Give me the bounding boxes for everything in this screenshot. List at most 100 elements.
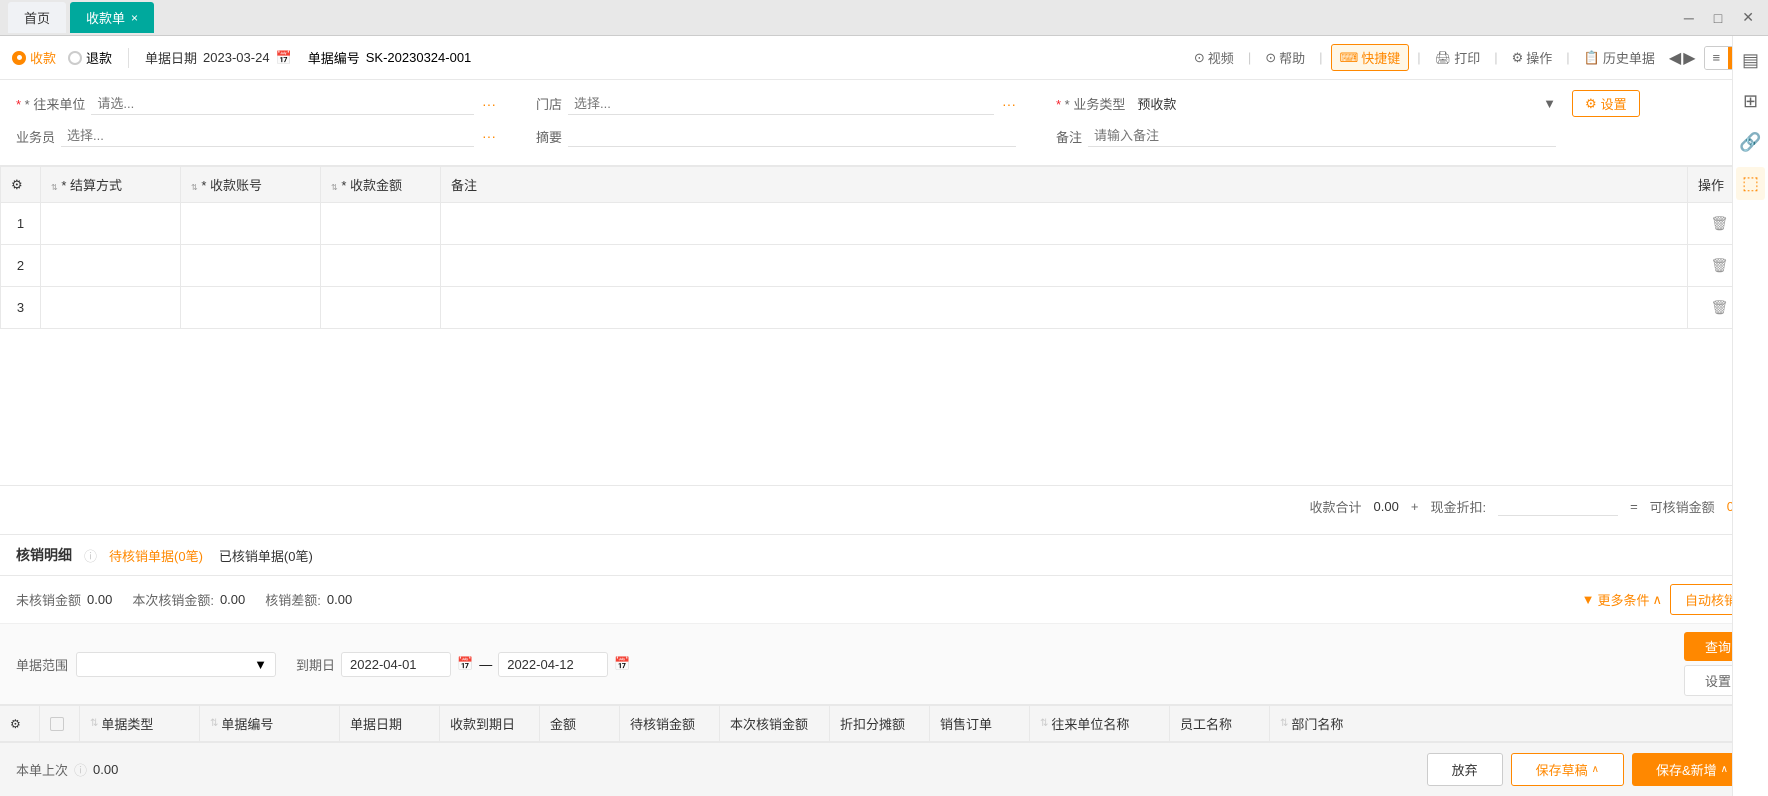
- store-label: 门店: [536, 94, 562, 113]
- type-sort-icon[interactable]: ⇅: [90, 718, 98, 729]
- footer: 本单上次 ⓘ 0.00 放弃 保存草稿 ∧ 保存&新增 ∧: [0, 742, 1768, 796]
- video-label: 视频: [1208, 48, 1234, 67]
- range-select[interactable]: ▼: [76, 652, 276, 677]
- row-1-note[interactable]: [441, 203, 1688, 245]
- settle-sort-icon[interactable]: ⇅: [51, 183, 58, 192]
- tab-done[interactable]: 已核销单据(0笔): [219, 546, 313, 565]
- bth-settings[interactable]: ⚙: [0, 706, 40, 741]
- bth-number-label: 单据编号: [221, 714, 273, 733]
- summary-input[interactable]: [568, 125, 1016, 147]
- counterpart-more-icon[interactable]: ···: [482, 96, 496, 112]
- counterpart-sort-icon[interactable]: ⇅: [1040, 718, 1048, 729]
- reconcile-info-icon[interactable]: ⓘ: [84, 546, 97, 565]
- range-filter-field: 单据范围 ▼: [16, 652, 276, 677]
- footer-info-icon[interactable]: ⓘ: [74, 760, 87, 779]
- business-type-label: * 业务类型: [1056, 94, 1125, 113]
- discard-button[interactable]: 放弃: [1427, 753, 1503, 786]
- remark-label: 备注: [1056, 127, 1082, 146]
- col-settings-header[interactable]: ⚙: [1, 167, 41, 203]
- row-2-account[interactable]: [181, 245, 321, 287]
- operation-button[interactable]: ⚙ 操作: [1506, 45, 1559, 70]
- store-input[interactable]: [568, 93, 994, 115]
- bth-pending-label: 待核销金额: [630, 714, 695, 733]
- remark-field: 备注: [1056, 125, 1556, 147]
- sidebar-grid-icon[interactable]: ⊞: [1737, 85, 1764, 118]
- sidebar-link-icon[interactable]: 🔗: [1733, 126, 1767, 159]
- history-button[interactable]: 📋 历史单据: [1578, 45, 1661, 70]
- tab-close-icon[interactable]: ×: [131, 11, 138, 25]
- table-row: 2 🗑 ⧉: [1, 245, 1768, 287]
- row-3-account[interactable]: [181, 287, 321, 329]
- prev-arrow[interactable]: ◀: [1669, 48, 1681, 68]
- row-3-delete-icon[interactable]: 🗑: [1711, 299, 1729, 316]
- shortcut-label: 快捷键: [1361, 48, 1400, 67]
- select-all-checkbox[interactable]: [50, 717, 64, 731]
- salesperson-input[interactable]: [61, 125, 474, 147]
- bth-type: ⇅ 单据类型: [80, 706, 200, 741]
- row-1-account[interactable]: [181, 203, 321, 245]
- sidebar-table-icon[interactable]: ▤: [1736, 44, 1765, 77]
- save-draft-button[interactable]: 保存草稿 ∧: [1511, 753, 1624, 786]
- footer-info: 本单上次 ⓘ 0.00: [16, 760, 118, 779]
- print-button[interactable]: 🖨 打印: [1429, 45, 1487, 70]
- tab-pending[interactable]: 待核销单据(0笔): [109, 546, 203, 565]
- dept-sort-icon[interactable]: ⇅: [1280, 718, 1288, 729]
- next-arrow[interactable]: ▶: [1683, 48, 1695, 68]
- video-button[interactable]: ⊙ 视频: [1188, 45, 1240, 70]
- print-icon: 🖨: [1435, 50, 1452, 66]
- row-2-note[interactable]: [441, 245, 1688, 287]
- row-2-settle[interactable]: [41, 245, 181, 287]
- row-2-delete-icon[interactable]: 🗑: [1711, 257, 1729, 274]
- row-1-settle[interactable]: [41, 203, 181, 245]
- remark-input[interactable]: [1088, 125, 1556, 147]
- close-button[interactable]: ✕: [1736, 7, 1760, 28]
- row-1-amount[interactable]: [321, 203, 441, 245]
- row-2-amount[interactable]: [321, 245, 441, 287]
- settle-col-label: * 结算方式: [61, 178, 122, 193]
- minimize-button[interactable]: ─: [1678, 7, 1700, 28]
- save-new-label: 保存&新增: [1656, 760, 1717, 779]
- receipt-table-wrapper: ⚙ ⇅ * 结算方式 ⇅ * 收款账号 ⇅ * 收款金额: [0, 166, 1768, 485]
- sidebar-expand-icon[interactable]: ⬚: [1736, 167, 1765, 200]
- date-to-input[interactable]: [498, 652, 608, 677]
- radio-receipt[interactable]: 收款: [12, 48, 56, 67]
- chevron-up-icon: ∧: [1652, 592, 1662, 608]
- operation-label: 操作: [1526, 48, 1552, 67]
- amount-sort-icon[interactable]: ⇅: [331, 183, 338, 192]
- salesperson-more-icon[interactable]: ···: [482, 128, 496, 144]
- bth-date-label: 单据日期: [350, 714, 402, 733]
- row-3-amount[interactable]: [321, 287, 441, 329]
- settings-button[interactable]: ⚙ 设置: [1572, 90, 1640, 117]
- bth-due: 收款到期日: [440, 706, 540, 741]
- calendar-to-icon[interactable]: 📅: [614, 656, 630, 672]
- business-type-value: 预收款: [1131, 91, 1537, 116]
- help-button[interactable]: ⊙ 帮助: [1259, 45, 1311, 70]
- discount-input[interactable]: [1498, 496, 1618, 516]
- date-from-input[interactable]: [341, 652, 451, 677]
- footer-actions: 放弃 保存草稿 ∧ 保存&新增 ∧: [1427, 753, 1752, 786]
- row-1-delete-icon[interactable]: 🗑: [1711, 215, 1729, 232]
- radio-refund[interactable]: 退款: [68, 48, 112, 67]
- counterpart-input[interactable]: [91, 93, 474, 115]
- number-sort-icon[interactable]: ⇅: [210, 718, 218, 729]
- calendar-from-icon[interactable]: 📅: [457, 656, 473, 672]
- business-type-dropdown-icon[interactable]: ▼: [1543, 96, 1556, 111]
- row-3-settle[interactable]: [41, 287, 181, 329]
- tab-receipt[interactable]: 收款单 ×: [70, 2, 154, 33]
- store-more-icon[interactable]: ···: [1002, 96, 1016, 112]
- settings-col-icon: ⚙: [11, 177, 23, 192]
- right-toolbar: ⊙ 视频 | ⊙ 帮助 | ⌨ 快捷键 | 🖨 打印 | ⚙ 操作: [1188, 44, 1756, 71]
- save-draft-label: 保存草稿: [1536, 760, 1588, 779]
- account-sort-icon[interactable]: ⇅: [191, 183, 198, 192]
- bth-checkbox[interactable]: [40, 706, 80, 741]
- doc-number-label: 单据编号: [308, 48, 360, 67]
- tab-home[interactable]: 首页: [8, 2, 66, 33]
- list-view-button[interactable]: ≡: [1705, 47, 1729, 69]
- calendar-icon[interactable]: 📅: [276, 50, 292, 66]
- row-3-note[interactable]: [441, 287, 1688, 329]
- maximize-button[interactable]: □: [1708, 7, 1728, 28]
- bth-dept: ⇅ 部门名称: [1270, 706, 1768, 741]
- shortcut-button[interactable]: ⌨ 快捷键: [1331, 44, 1410, 71]
- more-conditions-button[interactable]: ▼ 更多条件 ∧: [1582, 590, 1662, 609]
- diff-stat: 核销差额: 0.00: [265, 590, 352, 609]
